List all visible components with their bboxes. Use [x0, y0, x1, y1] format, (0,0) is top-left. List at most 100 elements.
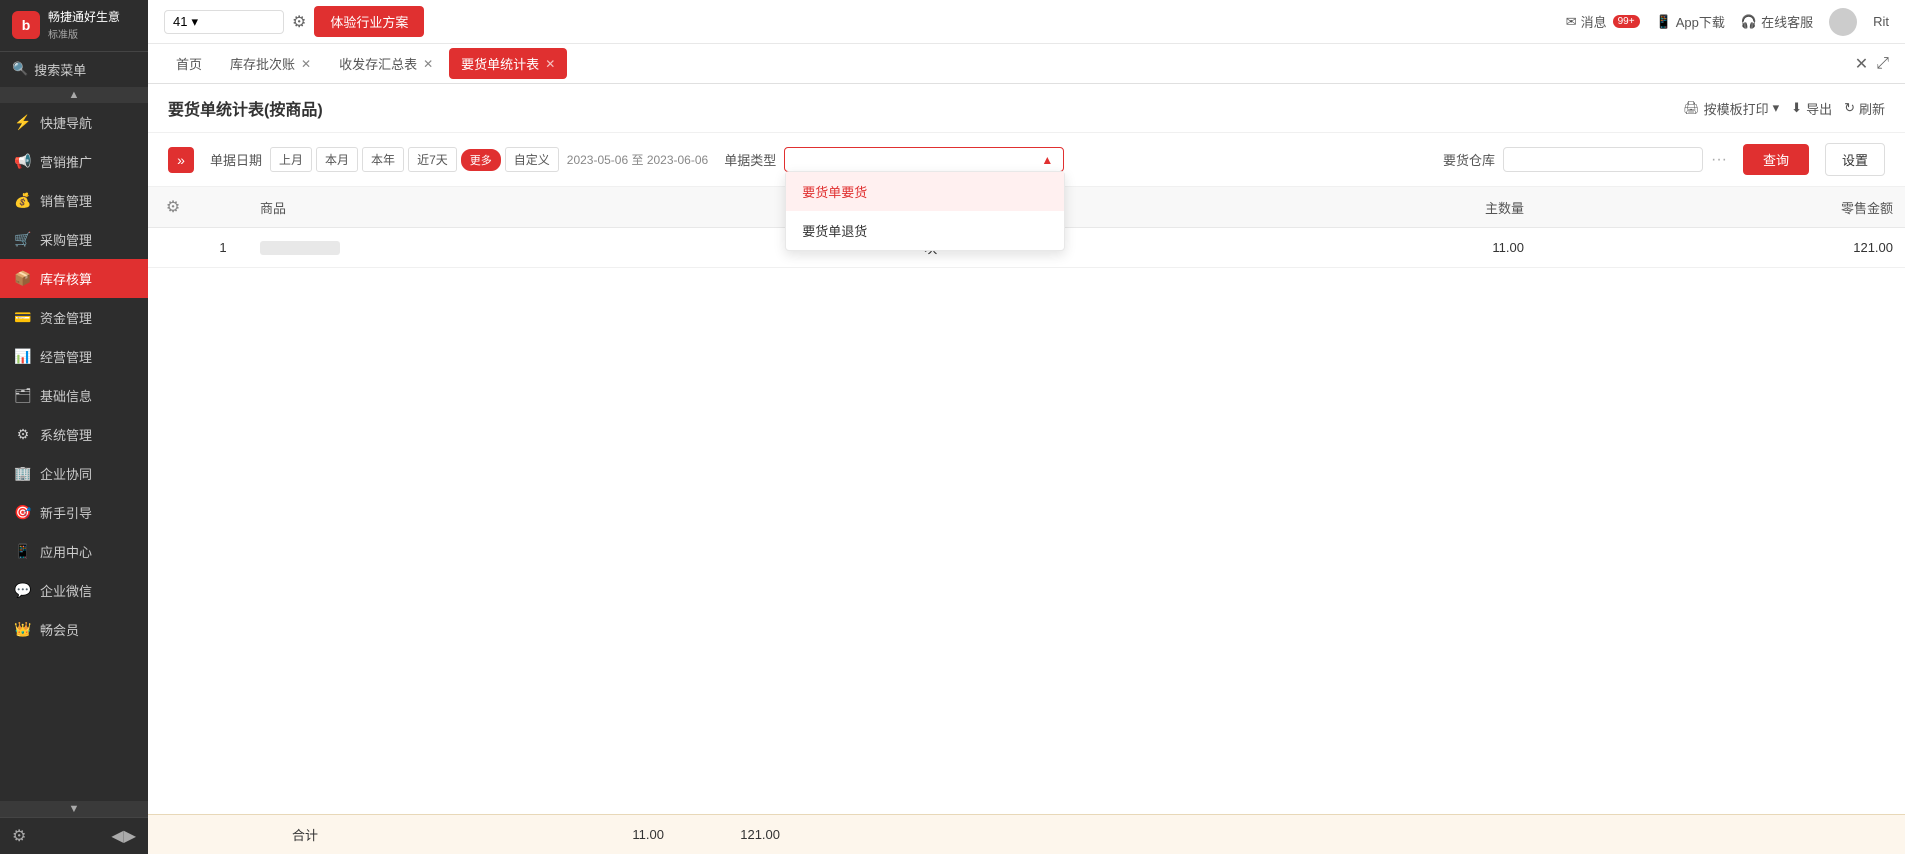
- sidebar-search[interactable]: 🔍 搜索菜单: [0, 52, 148, 87]
- tab-inventory-batch[interactable]: 库存批次账 ✕: [218, 48, 323, 79]
- wxenterprise-icon: 💬: [14, 581, 32, 599]
- refresh-label: 刷新: [1859, 99, 1885, 118]
- filter-current-month-btn[interactable]: 本月: [316, 147, 358, 172]
- industry-btn[interactable]: 体验行业方案: [314, 6, 424, 37]
- filter-more-date-btn[interactable]: 更多: [461, 149, 501, 171]
- sidebar-item-guide[interactable]: 🎯 新手引导: [0, 493, 148, 532]
- page-header: 要货单统计表(按商品) 🖨 按模板打印 ▾ ⬇ 导出 ↻ 刷新: [148, 84, 1905, 133]
- filter-year-btn[interactable]: 本年: [362, 147, 404, 172]
- type-dropdown: 要货单要货 要货单退货: [785, 171, 1065, 251]
- topbar-left: 41 ▾ ⚙ 体验行业方案: [164, 6, 1554, 37]
- dropdown-item-order-return[interactable]: 要货单退货: [786, 211, 1064, 250]
- sidebar-item-membership[interactable]: 👑 畅会员: [0, 610, 148, 649]
- app-download-label: App下载: [1676, 12, 1725, 31]
- page-title: 要货单统计表(按商品): [168, 96, 323, 120]
- messages-label: 消息: [1581, 12, 1607, 31]
- sidebar-item-appstore[interactable]: 📱 应用中心: [0, 532, 148, 571]
- row-amount-cell: 121.00: [1536, 228, 1905, 268]
- sidebar-item-wxenterprise[interactable]: 💬 企业微信: [0, 571, 148, 610]
- filter-7days-btn[interactable]: 近7天: [408, 147, 457, 172]
- filter-date-range: 2023-05-06 至 2023-06-06: [567, 151, 708, 168]
- tab-close-all-btn[interactable]: ✕: [1855, 54, 1868, 74]
- sidebar-item-system-label: 系统管理: [40, 425, 92, 444]
- sidebar-item-sales[interactable]: 💰 销售管理: [0, 181, 148, 220]
- sales-icon: 💰: [14, 191, 32, 209]
- app-download-btn[interactable]: 📱 App下载: [1656, 12, 1725, 31]
- tab-inventory-batch-close[interactable]: ✕: [301, 57, 311, 71]
- dropdown-item-order-goods-label: 要货单要货: [802, 185, 867, 200]
- tab-expand-btn[interactable]: ⤢: [1876, 54, 1889, 74]
- sidebar-scroll-down[interactable]: ▼: [0, 801, 148, 817]
- filter-warehouse-value: [1514, 152, 1518, 167]
- membership-icon: 👑: [14, 620, 32, 638]
- col-settings-header[interactable]: ⚙: [148, 187, 198, 228]
- sidebar-item-system[interactable]: ⚙ 系统管理: [0, 415, 148, 454]
- sidebar-item-sales-label: 销售管理: [40, 191, 92, 210]
- filter-warehouse-more-icon[interactable]: ···: [1711, 151, 1727, 169]
- filter-warehouse-input[interactable]: [1503, 147, 1703, 172]
- finance-icon: 💳: [14, 308, 32, 326]
- sidebar-item-inventory[interactable]: 📦 库存核算: [0, 259, 148, 298]
- settings-btn[interactable]: 设置: [1825, 143, 1885, 176]
- branch-selector[interactable]: 41 ▾: [164, 10, 284, 34]
- print-arrow-icon: ▾: [1773, 100, 1780, 116]
- sidebar-item-finance[interactable]: 💳 资金管理: [0, 298, 148, 337]
- filter-expand-btn[interactable]: »: [168, 147, 194, 173]
- purchase-icon: 🛒: [14, 230, 32, 248]
- filter-date-label: 单据日期: [210, 150, 262, 169]
- col-settings-icon[interactable]: ⚙: [166, 199, 180, 216]
- sidebar-item-appstore-label: 应用中心: [40, 542, 92, 561]
- print-btn[interactable]: 🖨 按模板打印 ▾: [1683, 99, 1779, 118]
- export-btn[interactable]: ⬇ 导出: [1791, 99, 1832, 118]
- filter-custom-btn[interactable]: 自定义: [505, 147, 559, 172]
- print-label: 按模板打印: [1704, 99, 1769, 118]
- tab-order-summary-close[interactable]: ✕: [545, 57, 555, 71]
- table-footer: 合计 11.00 121.00: [148, 814, 1905, 854]
- settings-icon[interactable]: ⚙: [12, 826, 26, 846]
- tabbar-actions: ✕ ⤢: [1855, 54, 1889, 74]
- query-btn[interactable]: 查询: [1743, 144, 1809, 175]
- filter-type-input[interactable]: ▲ 要货单要货 要货单退货: [784, 147, 1064, 172]
- row-seq-cell: 1: [198, 228, 248, 268]
- filter-date-group: 单据日期 上月 本月 本年 近7天 更多 自定义 2023-05-06 至 20…: [210, 147, 708, 172]
- messages-btn[interactable]: ✉ 消息 99+: [1566, 12, 1640, 31]
- online-service-label: 在线客服: [1761, 12, 1813, 31]
- filter-prev-month-btn[interactable]: 上月: [270, 147, 312, 172]
- avatar[interactable]: [1829, 8, 1857, 36]
- sidebar-item-finance-label: 资金管理: [40, 308, 92, 327]
- sidebar-scroll-up[interactable]: ▲: [0, 87, 148, 103]
- marketing-icon: 📢: [14, 152, 32, 170]
- sidebar-item-marketing[interactable]: 📢 营销推广: [0, 142, 148, 181]
- sidebar-item-operations[interactable]: 📊 经营管理: [0, 337, 148, 376]
- row-settings-cell: [148, 228, 198, 268]
- tab-receivable-summary-close[interactable]: ✕: [423, 57, 433, 71]
- refresh-btn[interactable]: ↻ 刷新: [1844, 99, 1885, 118]
- sidebar-search-label: 搜索菜单: [34, 60, 86, 79]
- sidebar-item-basics[interactable]: 🗂 基础信息: [0, 376, 148, 415]
- collapse-icon[interactable]: ◀▶: [111, 826, 136, 846]
- main-area: 41 ▾ ⚙ 体验行业方案 ✉ 消息 99+ 📱 App下载 🎧 在线客服 Ri…: [148, 0, 1905, 854]
- tab-receivable-summary-label: 收发存汇总表: [339, 54, 417, 73]
- filter-warehouse-group: 要货仓库 ···: [1443, 147, 1727, 172]
- filter-warehouse-label: 要货仓库: [1443, 150, 1495, 169]
- sidebar-item-purchase[interactable]: 🛒 采购管理: [0, 220, 148, 259]
- dropdown-item-order-goods[interactable]: 要货单要货: [786, 172, 1064, 211]
- filter-type-label: 单据类型: [724, 150, 776, 169]
- footer-amount: 121.00: [680, 827, 780, 842]
- service-icon: 🎧: [1741, 14, 1757, 30]
- message-icon: ✉: [1566, 14, 1577, 30]
- sidebar-item-quicknav-label: 快捷导航: [40, 113, 92, 132]
- sidebar-item-quicknav[interactable]: ⚡ 快捷导航: [0, 103, 148, 142]
- appstore-icon: 📱: [14, 542, 32, 560]
- col-qty-header: 主数量: [1241, 187, 1536, 228]
- tab-home[interactable]: 首页: [164, 48, 214, 79]
- branch-value: 41: [173, 14, 187, 29]
- tab-order-summary[interactable]: 要货单统计表 ✕: [449, 48, 567, 79]
- topbar-gear-icon[interactable]: ⚙: [292, 12, 306, 32]
- tab-receivable-summary[interactable]: 收发存汇总表 ✕: [327, 48, 445, 79]
- sidebar-item-inventory-label: 库存核算: [40, 269, 92, 288]
- export-label: 导出: [1806, 99, 1832, 118]
- online-service-btn[interactable]: 🎧 在线客服: [1741, 12, 1813, 31]
- guide-icon: 🎯: [14, 503, 32, 521]
- sidebar-item-enterprise[interactable]: 🏢 企业协同: [0, 454, 148, 493]
